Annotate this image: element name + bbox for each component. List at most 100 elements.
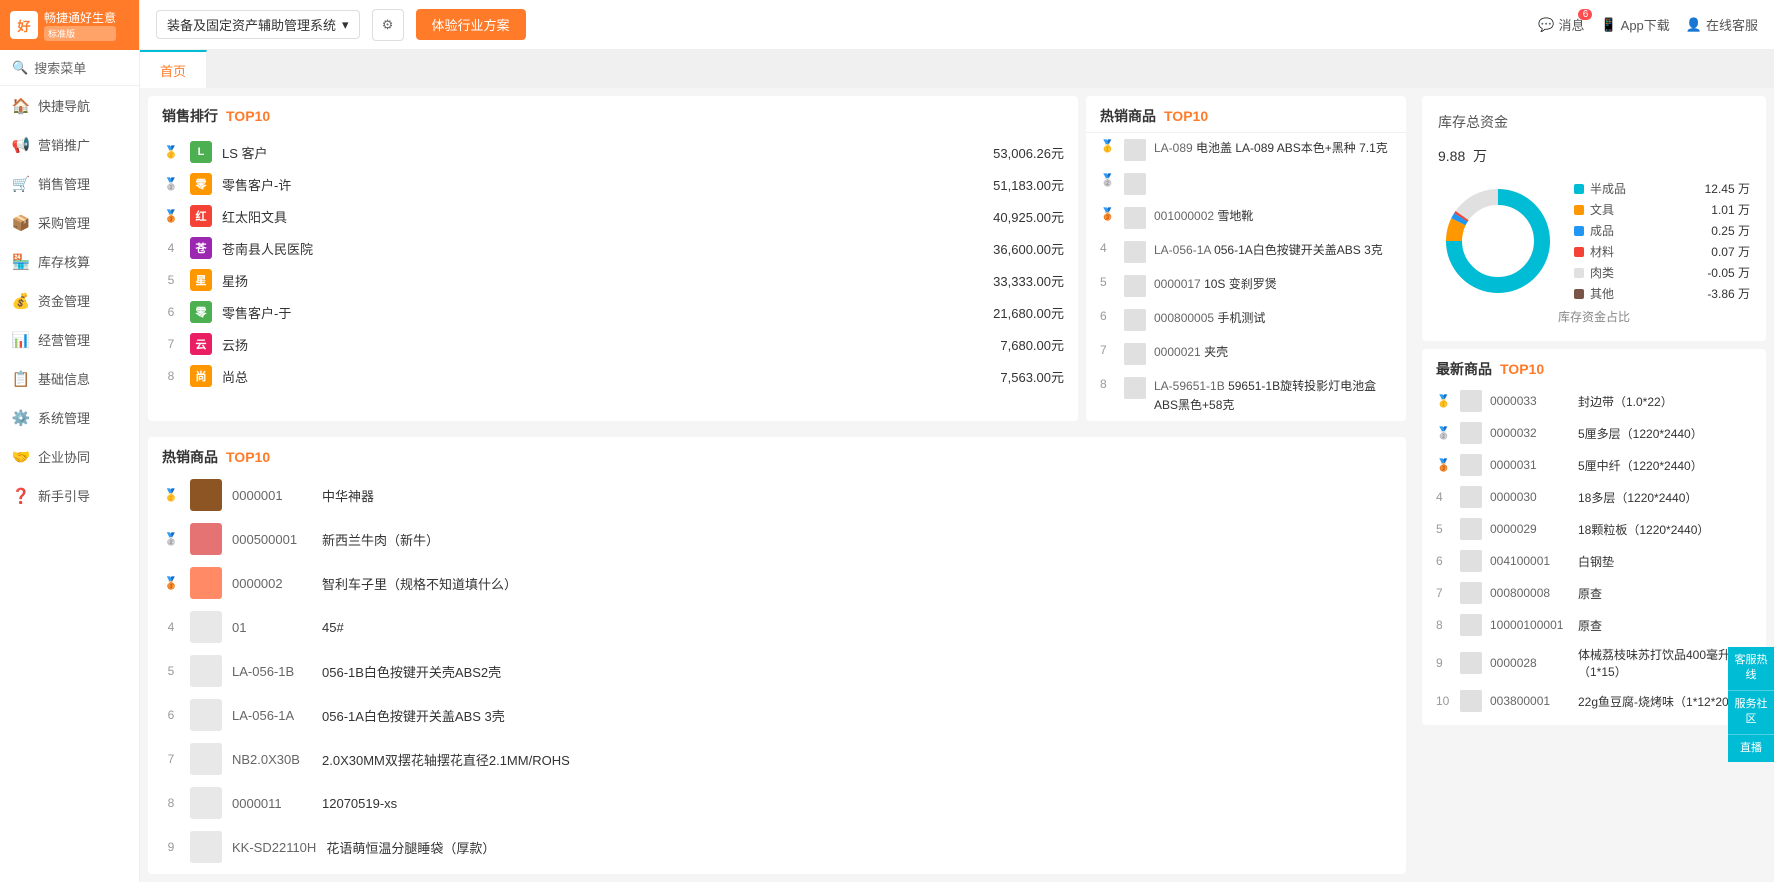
sales-rank-list: 🥇 L LS 客户 53,006.26元 🥈 零 零售客户-许 51,183.0…	[148, 132, 1078, 396]
sidebar-item-purchase[interactable]: 📦 采购管理	[0, 203, 139, 242]
product-name: 中华神器	[322, 486, 1392, 505]
sales-rank-item: 8 尚 尚总 7,563.00元	[148, 360, 1078, 392]
legend-dot	[1574, 268, 1584, 278]
sidebar-item-label: 基础信息	[38, 369, 90, 388]
latest-name: 18颗粒板（1220*2440）	[1578, 521, 1752, 538]
search-menu-label: 搜索菜单	[34, 58, 86, 77]
sidebar-search-menu[interactable]: 🔍 搜索菜单	[0, 50, 139, 86]
sidebar-item-guide[interactable]: ❓ 新手引导	[0, 476, 139, 515]
system-name: 装备及固定资产辅助管理系统	[167, 15, 336, 34]
hot-goods-code: 0000021	[1154, 345, 1201, 359]
product-code: 0000011	[232, 796, 312, 811]
float-btn-community[interactable]: 服务社区	[1728, 691, 1774, 735]
float-btn-live[interactable]: 直播	[1728, 735, 1774, 762]
top-row-panels: 销售排行 TOP10 🥇 L LS 客户 53,006.26元 🥈 零 零售客户…	[148, 96, 1406, 421]
sidebar-item-operations[interactable]: 📊 经营管理	[0, 320, 139, 359]
sidebar-item-basics[interactable]: 📋 基础信息	[0, 359, 139, 398]
legend-name: 材料	[1590, 243, 1684, 260]
latest-code: 003800001	[1490, 694, 1570, 708]
hot-goods-code: 000800005	[1154, 311, 1214, 325]
sales-ranking-title: 销售排行 TOP10	[148, 96, 1078, 132]
legend-name: 文具	[1590, 201, 1684, 218]
sidebar-item-finance[interactable]: 💰 资金管理	[0, 281, 139, 320]
tab-bar: 首页	[140, 50, 1774, 88]
hot-goods-name: 电池盖 LA-089 ABS本色+黑种 7.1克	[1196, 141, 1388, 155]
product-name: 新西兰牛肉（新牛）	[322, 530, 1392, 549]
settings-button[interactable]: ⚙	[372, 9, 404, 41]
system-selector[interactable]: 装备及固定资产辅助管理系统 ▾	[156, 10, 360, 39]
product-name: 056-1A白色按键开关盖ABS 3壳	[322, 706, 1392, 725]
product-thumb	[190, 831, 222, 863]
gear-icon: ⚙	[382, 17, 394, 33]
sidebar-item-inventory[interactable]: 🏪 库存核算	[0, 242, 139, 281]
sidebar-item-collab[interactable]: 🤝 企业协同	[0, 437, 139, 476]
latest-thumb	[1460, 486, 1482, 508]
sales-rank-item: 6 零 零售客户-于 21,680.00元	[148, 296, 1078, 328]
product-thumb	[190, 699, 222, 731]
trial-button[interactable]: 体验行业方案	[416, 9, 526, 40]
top-bar: 装备及固定资产辅助管理系统 ▾ ⚙ 体验行业方案 💬 消息 6 📱 App下载 …	[140, 0, 1774, 50]
sales-title-text: 销售排行	[162, 106, 218, 126]
latest-item: 4 0000030 18多层（1220*2440）	[1422, 481, 1766, 513]
latest-thumb	[1460, 390, 1482, 412]
hot-goods-item: 🥉 001000002 雪地靴	[1086, 201, 1406, 235]
hot-goods-panel: 热销商品 TOP10 🥇 LA-089 电池盖 LA-089 ABS本色+黑种 …	[1086, 96, 1406, 421]
legend-value: 0.07 万	[1690, 243, 1750, 260]
hot-products-list: 🥇 0000001 中华神器 🥈 000500001 新西兰牛肉（新牛） 🥉 0…	[148, 473, 1406, 869]
legend-value: 0.25 万	[1690, 222, 1750, 239]
hot-goods-item: 🥈	[1086, 167, 1406, 201]
logo-text-block: 畅捷通好生意 标准版	[44, 9, 116, 41]
search-icon: 🔍	[12, 60, 28, 76]
hot-product-item: 5 LA-056-1B 056-1B白色按键开关壳ABS2壳	[148, 649, 1406, 693]
sidebar-item-label: 新手引导	[38, 486, 90, 505]
sidebar-item-sales[interactable]: 🛒 销售管理	[0, 164, 139, 203]
rank-name: 尚总	[222, 367, 990, 386]
hot-goods-title: 热销商品 TOP10	[1086, 96, 1406, 133]
latest-thumb	[1460, 550, 1482, 572]
online-service-button[interactable]: 👤 在线客服	[1686, 15, 1758, 34]
hot-goods-code: 001000002	[1154, 209, 1214, 223]
inventory-total-label: 库存总资金	[1438, 112, 1750, 132]
sidebar-item-system[interactable]: ⚙️ 系统管理	[0, 398, 139, 437]
product-name: 花语萌恒温分腿睡袋（厚款）	[326, 838, 1392, 857]
hot-goods-item: 6 000800005 手机测试	[1086, 303, 1406, 337]
sidebar-item-label: 库存核算	[38, 252, 90, 271]
rank-number: 9	[162, 840, 180, 854]
latest-rank: 7	[1436, 586, 1452, 600]
product-code: KK-SD22110H	[232, 840, 316, 855]
message-badge: 6	[1578, 9, 1592, 20]
hot-goods-item: 7 0000021 夹壳	[1086, 337, 1406, 371]
sidebar-item-label: 销售管理	[38, 174, 90, 193]
hot-goods-info: LA-59651-1B 59651-1B旋转投影灯电池盒ABS黑色+58克	[1154, 377, 1392, 415]
rank-name: 苍南县人民医院	[222, 239, 983, 258]
rank-number: 4	[162, 241, 180, 255]
hot-product-item: 6 LA-056-1A 056-1A白色按键开关盖ABS 3壳	[148, 693, 1406, 737]
inventory-value-num: 9.88	[1438, 148, 1465, 164]
sidebar-item-home[interactable]: 🏠 快捷导航	[0, 86, 139, 125]
latest-item: 🥉 0000031 5厘中纤（1220*2440）	[1422, 449, 1766, 481]
rank-name: 星扬	[222, 271, 983, 290]
sidebar-item-marketing[interactable]: 📢 营销推广	[0, 125, 139, 164]
latest-subtitle: TOP10	[1500, 361, 1544, 377]
tab-home[interactable]: 首页	[140, 50, 207, 88]
product-code: 000500001	[232, 532, 312, 547]
rank-avatar: 红	[190, 205, 212, 227]
rank-number: 🥉	[162, 576, 180, 590]
rank-avatar: 苍	[190, 237, 212, 259]
float-btn-hotline[interactable]: 客服热线	[1728, 647, 1774, 691]
product-name: 056-1B白色按键开关壳ABS2壳	[322, 662, 1392, 681]
message-button[interactable]: 💬 消息 6	[1538, 15, 1584, 34]
hot-products-panel: 热销商品 TOP10 🥇 0000001 中华神器 🥈 000500001 新西…	[148, 437, 1406, 874]
message-icon: 💬	[1538, 17, 1554, 33]
legend-dot	[1574, 205, 1584, 215]
content-inner: 销售排行 TOP10 🥇 L LS 客户 53,006.26元 🥈 零 零售客户…	[140, 88, 1774, 882]
app-download-button[interactable]: 📱 App下载	[1600, 15, 1669, 34]
legend-name: 肉类	[1590, 264, 1684, 281]
product-thumb	[190, 743, 222, 775]
phone-icon: 📱	[1600, 17, 1616, 33]
product-code: LA-056-1A	[232, 708, 312, 723]
chevron-down-icon: ▾	[342, 17, 349, 33]
sales-icon: 🛒	[12, 175, 30, 193]
product-code: LA-056-1B	[232, 664, 312, 679]
legend-dot	[1574, 289, 1584, 299]
